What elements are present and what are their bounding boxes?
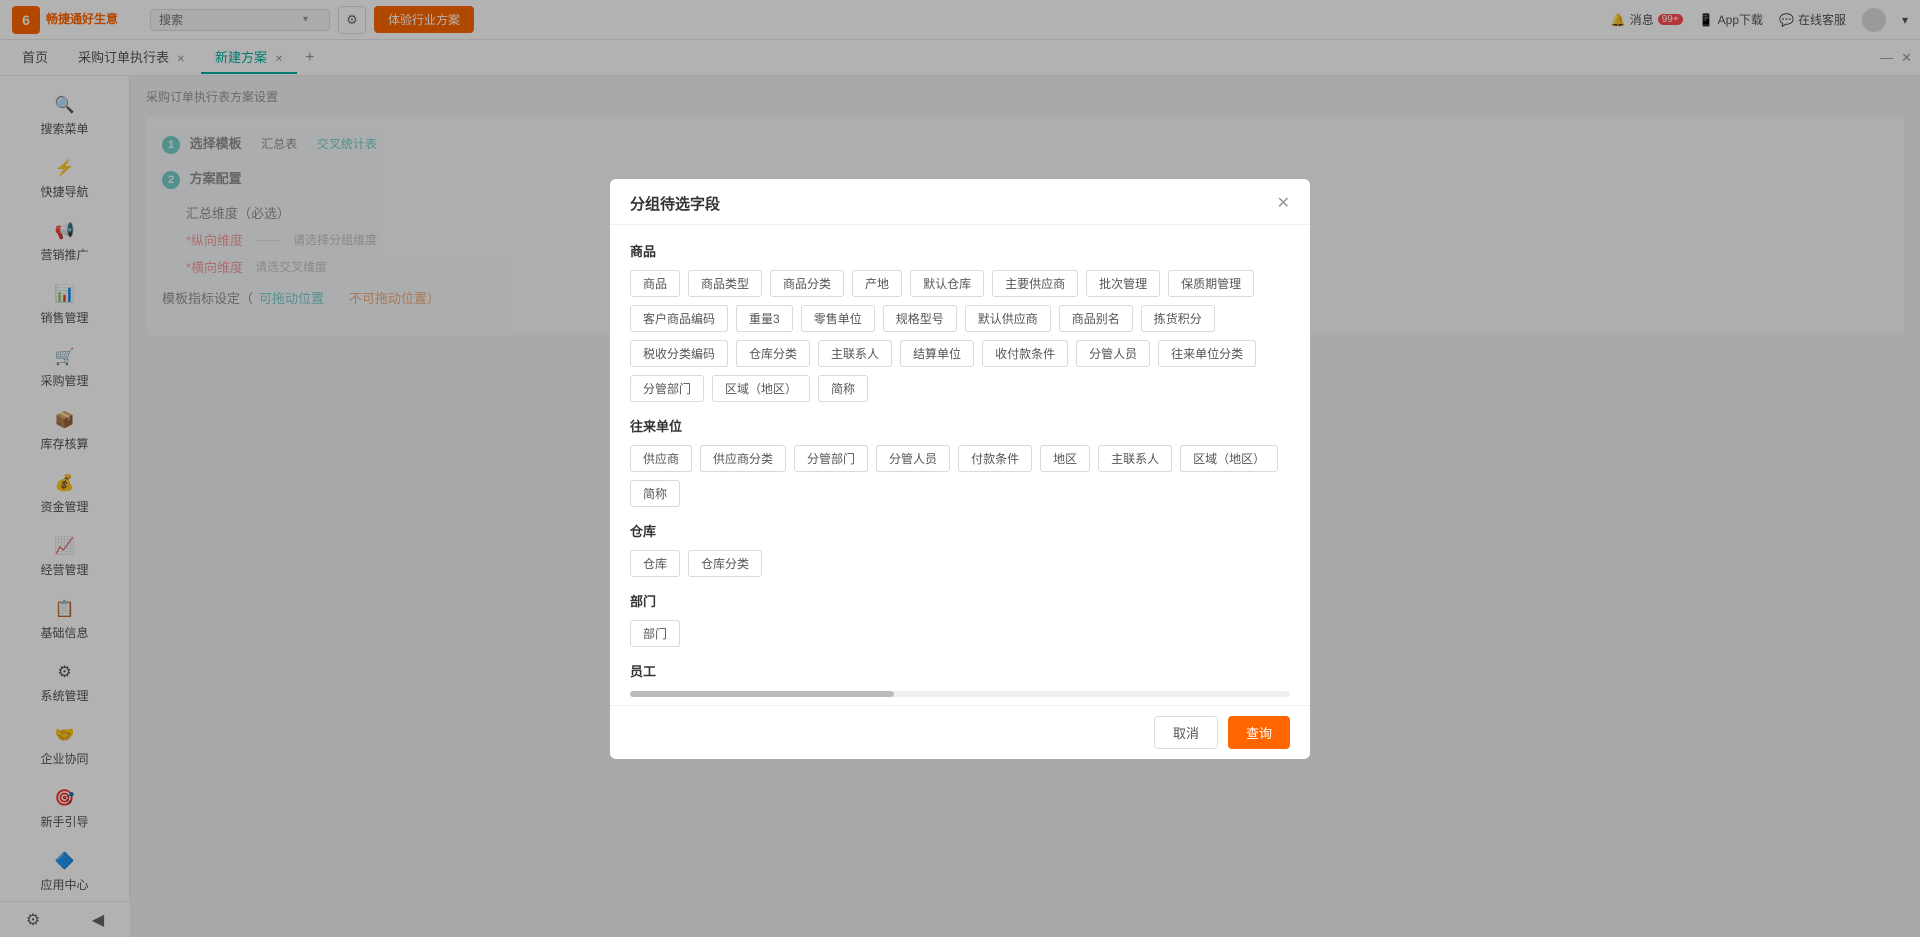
modal-close-button[interactable]: ✕ <box>1277 193 1290 213</box>
field-quality-period[interactable]: 保质期管理 <box>1168 270 1254 297</box>
field-trade-unit-category[interactable]: 往来单位分类 <box>1158 340 1256 367</box>
field-supplier-category[interactable]: 供应商分类 <box>700 445 786 472</box>
modal-header: 分组待选字段 ✕ <box>610 179 1310 225</box>
field-retail-unit[interactable]: 零售单位 <box>801 305 875 332</box>
group-title-employee: 员工 <box>630 661 1290 680</box>
field-goods-category[interactable]: 商品分类 <box>770 270 844 297</box>
field-goods-alias[interactable]: 商品别名 <box>1059 305 1133 332</box>
field-goods[interactable]: 商品 <box>630 270 680 297</box>
group-title-dept: 部门 <box>630 591 1290 610</box>
field-region-trade[interactable]: 区域（地区） <box>1180 445 1278 472</box>
field-warehouse-cat[interactable]: 仓库分类 <box>688 550 762 577</box>
modal-hscroll-thumb <box>630 691 894 697</box>
field-pay-term[interactable]: 付款条件 <box>958 445 1032 472</box>
field-region-goods[interactable]: 区域（地区） <box>712 375 810 402</box>
field-tax-code[interactable]: 税收分类编码 <box>630 340 728 367</box>
group-goods-fields: 商品 商品类型 商品分类 产地 默认仓库 主要供应商 批次管理 保质期管理 客户… <box>630 270 1290 402</box>
field-customer-code[interactable]: 客户商品编码 <box>630 305 728 332</box>
field-supplier[interactable]: 供应商 <box>630 445 692 472</box>
field-default-warehouse[interactable]: 默认仓库 <box>910 270 984 297</box>
field-short-name-trade[interactable]: 简称 <box>630 480 680 507</box>
group-title-trade-unit: 往来单位 <box>630 416 1290 435</box>
field-pick-points[interactable]: 拣货积分 <box>1141 305 1215 332</box>
field-goods-type[interactable]: 商品类型 <box>688 270 762 297</box>
field-warehouse-category[interactable]: 仓库分类 <box>736 340 810 367</box>
field-short-name-goods[interactable]: 简称 <box>818 375 868 402</box>
field-dept-managed[interactable]: 分管部门 <box>630 375 704 402</box>
field-settlement-unit[interactable]: 结算单位 <box>900 340 974 367</box>
group-warehouse-fields: 仓库 仓库分类 <box>630 550 1290 577</box>
field-area[interactable]: 地区 <box>1040 445 1090 472</box>
modal-title: 分组待选字段 <box>630 193 720 214</box>
field-dept-mgmt[interactable]: 分管部门 <box>794 445 868 472</box>
modal-body: 商品 商品 商品类型 商品分类 产地 默认仓库 主要供应商 批次管理 保质期管理… <box>610 225 1310 687</box>
modal-footer: 取消 查询 <box>610 705 1310 759</box>
field-weight3[interactable]: 重量3 <box>736 305 793 332</box>
field-main-contact[interactable]: 主联系人 <box>818 340 892 367</box>
group-title-goods: 商品 <box>630 241 1290 260</box>
modal-hscroll[interactable] <box>630 691 1290 697</box>
group-trade-unit-fields: 供应商 供应商分类 分管部门 分管人员 付款条件 地区 主联系人 区域（地区） … <box>630 445 1290 507</box>
group-dept-fields: 部门 <box>630 620 1290 647</box>
group-title-warehouse: 仓库 <box>630 521 1290 540</box>
field-origin[interactable]: 产地 <box>852 270 902 297</box>
field-payment-terms[interactable]: 收付款条件 <box>982 340 1068 367</box>
modal-overlay: 分组待选字段 ✕ 商品 商品 商品类型 商品分类 产地 默认仓库 主要供应商 批… <box>0 0 1920 937</box>
field-main-contact2[interactable]: 主联系人 <box>1098 445 1172 472</box>
field-warehouse[interactable]: 仓库 <box>630 550 680 577</box>
cancel-button[interactable]: 取消 <box>1154 716 1218 749</box>
field-personnel-mgmt[interactable]: 分管人员 <box>876 445 950 472</box>
field-supervisor[interactable]: 分管人员 <box>1076 340 1150 367</box>
field-dept[interactable]: 部门 <box>630 620 680 647</box>
field-main-supplier[interactable]: 主要供应商 <box>992 270 1078 297</box>
field-batch-mgmt[interactable]: 批次管理 <box>1086 270 1160 297</box>
confirm-button[interactable]: 查询 <box>1228 716 1290 749</box>
field-default-supplier[interactable]: 默认供应商 <box>965 305 1051 332</box>
modal: 分组待选字段 ✕ 商品 商品 商品类型 商品分类 产地 默认仓库 主要供应商 批… <box>610 179 1310 759</box>
field-spec-model[interactable]: 规格型号 <box>883 305 957 332</box>
